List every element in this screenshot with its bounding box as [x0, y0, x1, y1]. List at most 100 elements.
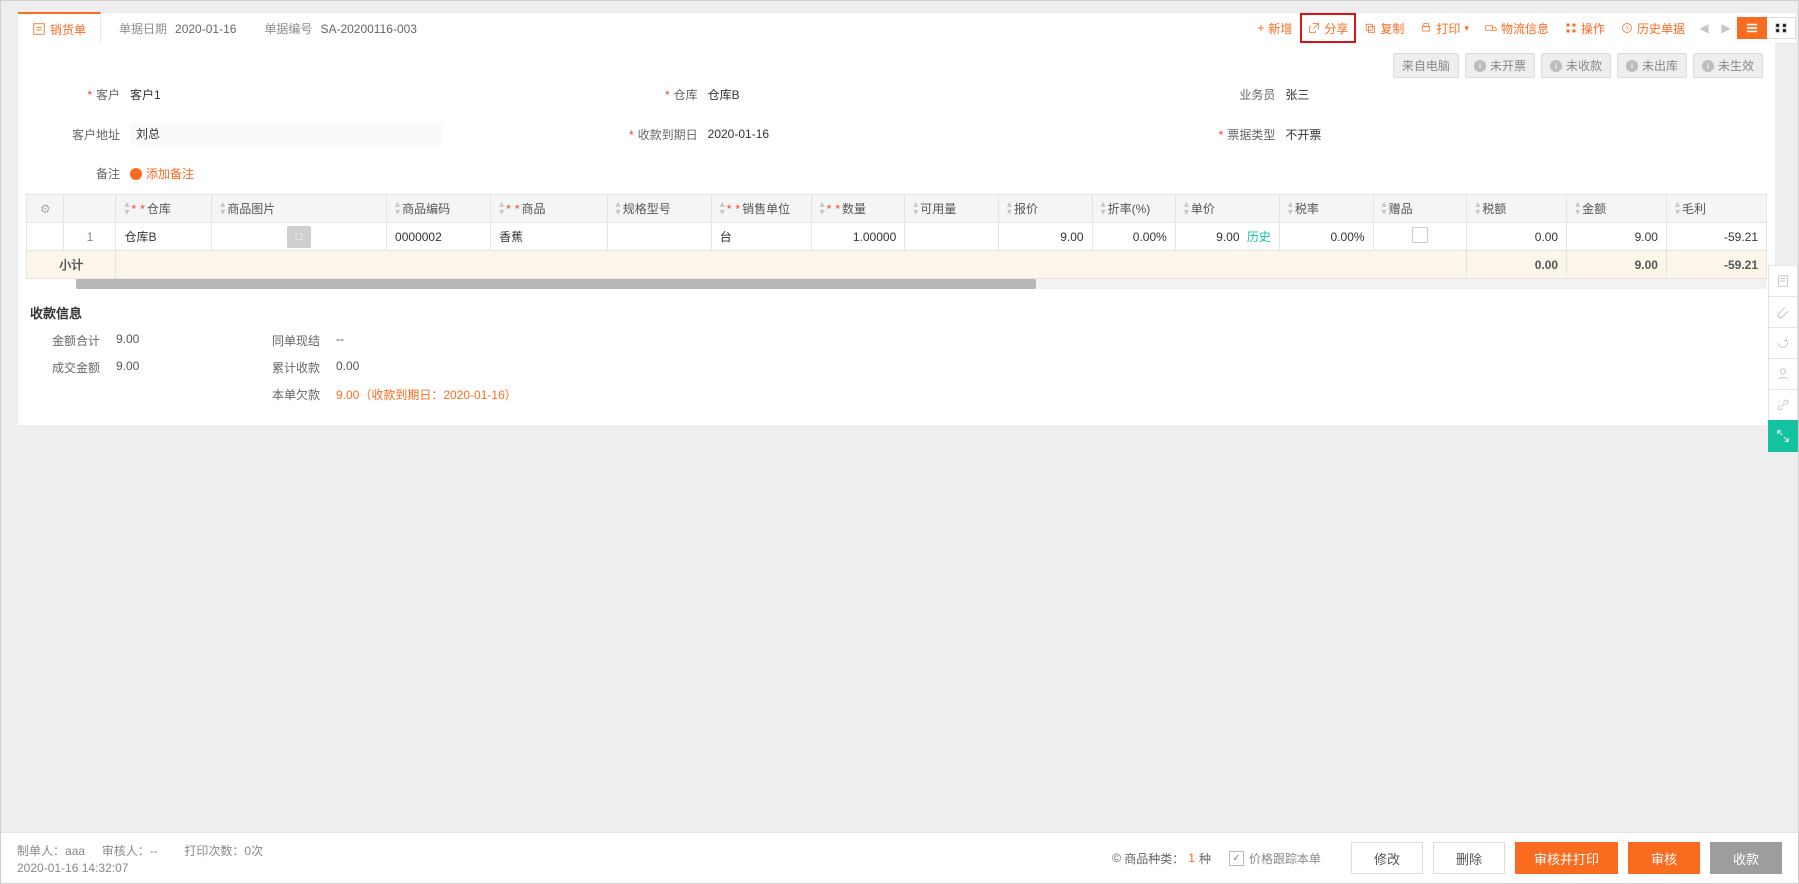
- deal-amount: 9.00: [116, 359, 139, 376]
- rail-link-button[interactable]: [1768, 389, 1798, 421]
- col-unit[interactable]: ▴▾*销售单位: [711, 195, 811, 223]
- doc-number: 单据编号SA-20200116-003: [264, 20, 417, 37]
- tab-label: 销货单: [50, 21, 86, 38]
- row-gift[interactable]: [1373, 223, 1467, 251]
- right-rail: [1768, 266, 1796, 452]
- history-icon: [1621, 22, 1633, 34]
- checkbox-icon: [1412, 227, 1428, 243]
- tag-effect: i未生效: [1693, 53, 1763, 78]
- subtotal-label: 小计: [27, 251, 116, 279]
- price-history-link[interactable]: 历史: [1247, 230, 1271, 244]
- rail-expand-button[interactable]: [1768, 420, 1798, 452]
- add-remark-button[interactable]: 添加备注: [130, 165, 194, 182]
- history-button[interactable]: 历史单据: [1613, 14, 1693, 42]
- col-price[interactable]: ▴▾单价: [1175, 195, 1279, 223]
- rail-user-button[interactable]: [1768, 358, 1798, 390]
- prev-doc-button[interactable]: ◀: [1693, 21, 1715, 35]
- rail-note-button[interactable]: [1768, 265, 1798, 297]
- row-taxrate: 0.00%: [1279, 223, 1373, 251]
- logistics-button[interactable]: 物流信息: [1477, 14, 1557, 42]
- due-label: 收款到期日: [608, 126, 698, 143]
- row-index: 1: [64, 223, 116, 251]
- share-button[interactable]: 分享: [1300, 13, 1356, 43]
- col-product[interactable]: ▴▾*商品: [491, 195, 608, 223]
- share-icon: [1308, 22, 1320, 34]
- subtotal-profit: -59.21: [1666, 251, 1766, 279]
- col-taxrate[interactable]: ▴▾税率: [1279, 195, 1373, 223]
- price-follow-checkbox[interactable]: ✓价格跟踪本单: [1229, 850, 1321, 867]
- collect-button[interactable]: 收款: [1710, 842, 1782, 874]
- edit-button[interactable]: 修改: [1351, 842, 1423, 874]
- row-quote: 9.00: [998, 223, 1092, 251]
- user-icon: [1776, 367, 1790, 381]
- info-icon: i: [1702, 60, 1714, 72]
- col-gift[interactable]: ▴▾赠品: [1373, 195, 1467, 223]
- address-value[interactable]: 刘总: [130, 123, 442, 145]
- col-amount[interactable]: ▴▾金额: [1567, 195, 1667, 223]
- subtotal-row: 小计 0.00 9.00 -59.21: [27, 251, 1767, 279]
- rail-refresh-button[interactable]: [1768, 327, 1798, 359]
- paperclip-icon: [1776, 305, 1790, 319]
- cash-value: --: [336, 332, 344, 349]
- new-button[interactable]: +新增: [1249, 14, 1300, 42]
- tab-sales-order[interactable]: 销货单: [18, 12, 101, 44]
- info-icon: i: [1550, 60, 1562, 72]
- col-taxamt[interactable]: ▴▾税额: [1467, 195, 1567, 223]
- table-row[interactable]: 1 仓库B □ 0000002 香蕉 台 1.00000 9.00 0.00% …: [27, 223, 1767, 251]
- copy-button[interactable]: 复制: [1356, 14, 1412, 42]
- col-image[interactable]: ▴▾商品图片: [212, 195, 387, 223]
- print-button[interactable]: 打印 ▾: [1412, 14, 1477, 42]
- row-product: 香蕉: [491, 223, 608, 251]
- horizontal-scrollbar[interactable]: [26, 279, 1767, 291]
- row-price: 9.00 历史: [1175, 223, 1279, 251]
- col-profit[interactable]: ▴▾毛利: [1666, 195, 1766, 223]
- col-discount[interactable]: ▴▾折率(%): [1092, 195, 1175, 223]
- operate-button[interactable]: 操作: [1557, 14, 1613, 42]
- subtotal-amount: 9.00: [1567, 251, 1667, 279]
- row-spec: [607, 223, 711, 251]
- voucher-value[interactable]: 不开票: [1285, 126, 1321, 143]
- total-amount: 9.00: [116, 332, 139, 349]
- row-available: [905, 223, 999, 251]
- audit-print-button[interactable]: 审核并打印: [1515, 842, 1618, 874]
- doc-date: 单据日期2020-01-16: [119, 20, 236, 37]
- next-doc-button[interactable]: ▶: [1715, 21, 1737, 35]
- customer-value[interactable]: 客户1: [130, 86, 161, 103]
- col-code[interactable]: ▴▾商品编码: [387, 195, 491, 223]
- warehouse-value[interactable]: 仓库B: [708, 86, 740, 103]
- audit-button[interactable]: 审核: [1628, 842, 1700, 874]
- col-qty[interactable]: ▴▾*数量: [811, 195, 905, 223]
- copyright-icon: ©: [1112, 851, 1121, 865]
- tag-receipt: i未收款: [1541, 53, 1611, 78]
- view-card-button[interactable]: [1767, 17, 1796, 39]
- voucher-label: 票据类型: [1185, 126, 1275, 143]
- col-available[interactable]: ▴▾可用量: [905, 195, 999, 223]
- image-icon: □: [287, 226, 311, 248]
- note-icon: [1776, 274, 1790, 288]
- delete-button[interactable]: 删除: [1433, 842, 1505, 874]
- payment-info: 收款信息 金额合计9.00 成交金额9.00 同单现结-- 累计收款0.00 本…: [18, 291, 1775, 417]
- plus-icon: +: [1257, 21, 1264, 35]
- row-unit: 台: [711, 223, 811, 251]
- row-code: 0000002: [387, 223, 491, 251]
- grid-icon: [1565, 22, 1577, 34]
- order-icon: [32, 22, 46, 36]
- refresh-icon: [1776, 336, 1790, 350]
- truck-icon: [1485, 22, 1497, 34]
- col-spec[interactable]: ▴▾规格型号: [607, 195, 711, 223]
- row-amount: 9.00: [1567, 223, 1667, 251]
- tag-source: 来自电脑: [1393, 53, 1459, 78]
- view-list-button[interactable]: [1737, 17, 1767, 39]
- col-settings[interactable]: ⚙: [27, 195, 64, 223]
- remark-label: 备注: [30, 165, 120, 182]
- col-quote[interactable]: ▴▾报价: [998, 195, 1092, 223]
- sales-value[interactable]: 张三: [1285, 86, 1309, 103]
- copy-icon: [1364, 22, 1376, 34]
- footer-timestamp: 2020-01-16 14:32:07: [17, 861, 263, 875]
- col-warehouse[interactable]: ▴▾*仓库: [116, 195, 212, 223]
- customer-label: 客户: [30, 86, 120, 103]
- rail-attach-button[interactable]: [1768, 296, 1798, 328]
- status-tags: 来自电脑 i未开票 i未收款 i未出库 i未生效: [18, 43, 1775, 82]
- due-value[interactable]: 2020-01-16: [708, 127, 769, 141]
- header-form: 客户客户1 仓库仓库B 业务员张三 客户地址刘总 收款到期日2020-01-16…: [18, 82, 1775, 194]
